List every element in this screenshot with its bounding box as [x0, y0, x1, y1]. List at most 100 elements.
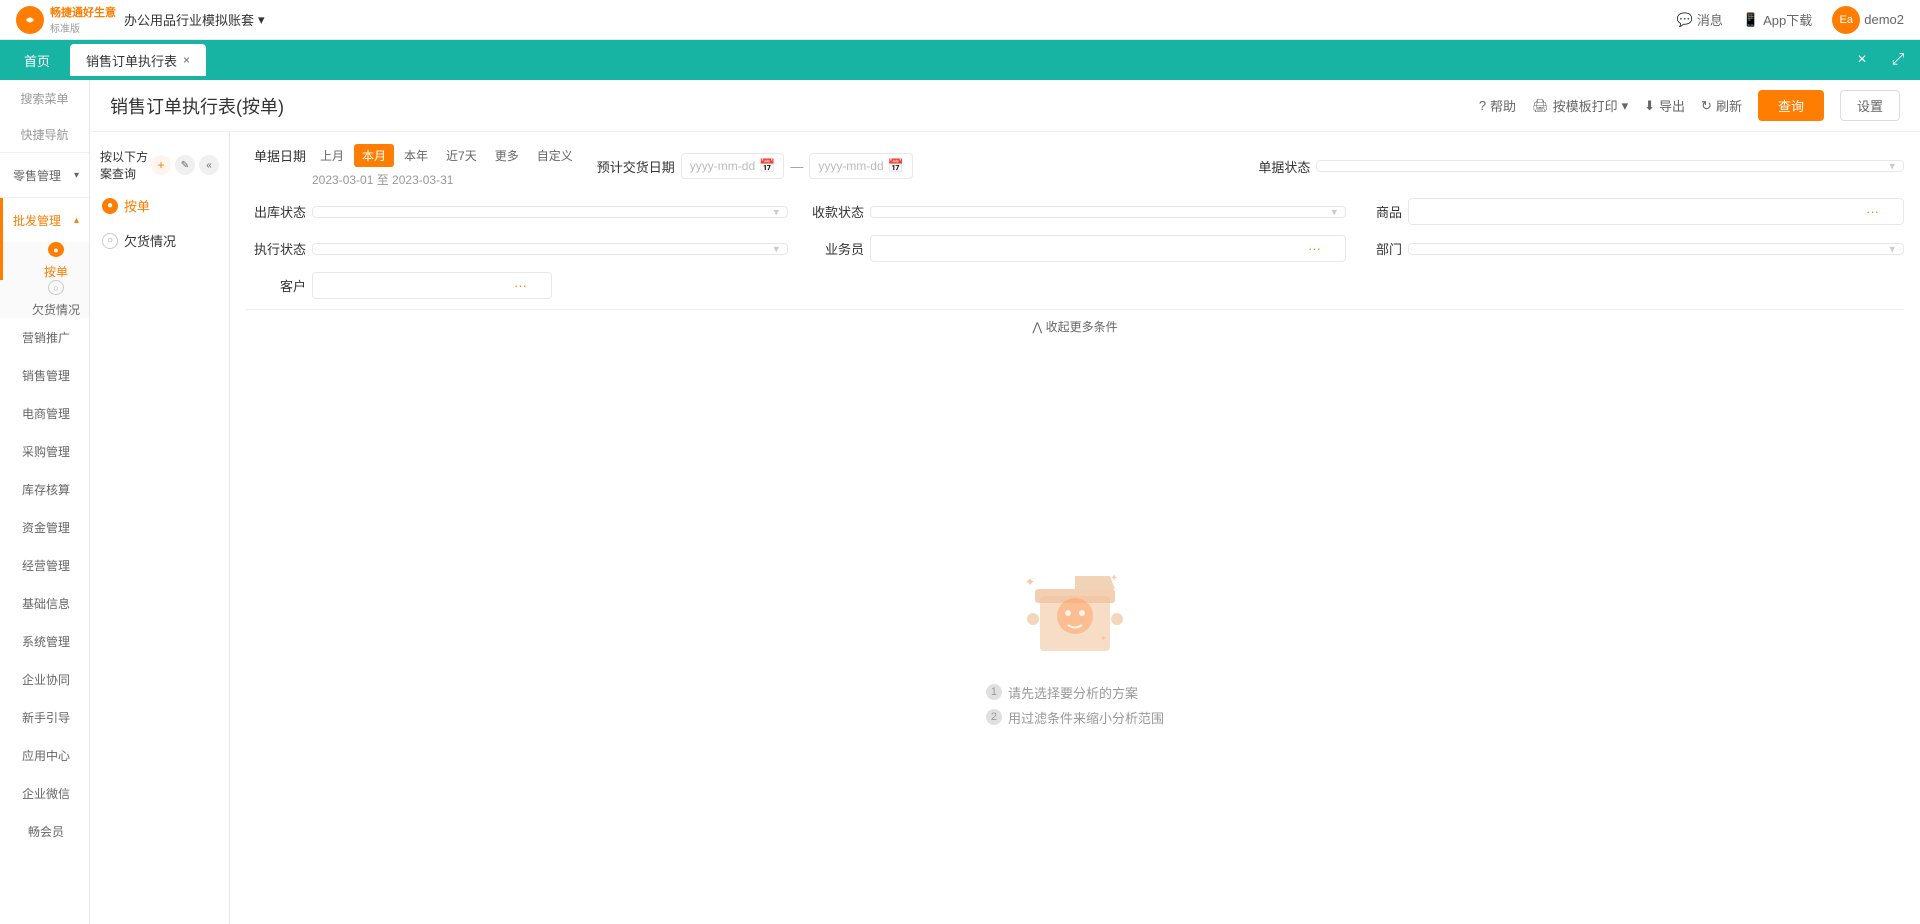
- sidebar-item-wholesale[interactable]: 批发管理 ▴: [0, 198, 89, 242]
- period-this-month[interactable]: 本月: [354, 144, 394, 167]
- period-last-month[interactable]: 上月: [312, 144, 352, 167]
- export-btn[interactable]: ⬇ 导出: [1644, 96, 1685, 115]
- scheme-item-debt[interactable]: ○ 欠货情况: [90, 223, 229, 258]
- expected-date-label: 预计交货日期: [597, 157, 675, 176]
- customer-select[interactable]: ···: [312, 272, 552, 299]
- collapse-bar[interactable]: ⋀ 收起更多条件: [246, 309, 1904, 343]
- wholesale-submenu: ● 按单 ○ 欠货情况: [0, 242, 89, 318]
- scheme-dot-order: ●: [102, 198, 118, 214]
- empty-tip-1: 1 请先选择要分析的方案: [986, 683, 1138, 702]
- svg-text:✦: ✦: [1100, 634, 1107, 643]
- period-group: 上月 本月 本年 近7天 更多 自定义: [312, 144, 581, 167]
- sidebar-item-marketing[interactable]: 营销推广: [0, 318, 89, 356]
- collection-status-group: 收款状态 ▾: [804, 202, 1346, 221]
- customer-label: 客户: [246, 276, 306, 295]
- sidebar-item-basic[interactable]: 基础信息: [0, 584, 89, 622]
- doc-status-chevron: ▾: [1889, 160, 1895, 173]
- sidebar-item-ecommerce[interactable]: 电商管理: [0, 394, 89, 432]
- period-last7[interactable]: 近7天: [438, 144, 485, 167]
- scheme-item-order[interactable]: ● 按单: [90, 188, 229, 223]
- sidebar-item-appstore[interactable]: 应用中心: [0, 736, 89, 774]
- sidebar-sub-order[interactable]: ● 按单: [0, 242, 89, 280]
- tab-home[interactable]: 首页: [8, 44, 66, 76]
- sidebar-quick-nav[interactable]: 快捷导航: [0, 116, 89, 152]
- collection-status-label: 收款状态: [804, 202, 864, 221]
- add-scheme-btn[interactable]: +: [151, 155, 171, 175]
- collapse-scheme-btn[interactable]: «: [199, 155, 219, 175]
- empty-tip-2: 2 用过滤条件来缩小分析范围: [986, 708, 1164, 727]
- search-btn[interactable]: 查询: [1758, 90, 1824, 121]
- sidebar-section-retail: 零售管理 ▾: [0, 152, 89, 197]
- page-title: 销售订单执行表(按单): [110, 93, 284, 119]
- wholesale-expand-icon: ▴: [74, 215, 79, 226]
- edit-scheme-btn[interactable]: ✎: [175, 155, 195, 175]
- exec-status-group: 执行状态 ▾: [246, 239, 788, 258]
- print-btn[interactable]: 🖨 按模板打印 ▾: [1532, 96, 1628, 115]
- period-more[interactable]: 更多: [487, 144, 527, 167]
- main-layout: 搜索菜单 快捷导航 零售管理 ▾ 批发管理 ▴ ● 按单: [0, 80, 1920, 924]
- doc-status-group: 单据状态 ▾: [1258, 157, 1904, 176]
- sidebar-sub-debt[interactable]: ○ 欠货情况: [0, 280, 89, 318]
- sidebar-item-inventory[interactable]: 库存核算: [0, 470, 89, 508]
- doc-status-select[interactable]: ▾: [1316, 160, 1904, 172]
- app-selector[interactable]: 办公用品行业模拟账套 ▾: [124, 10, 265, 29]
- exec-status-select[interactable]: ▾: [312, 243, 788, 255]
- sidebar-section-wholesale: 批发管理 ▴ ● 按单 ○ 欠货情况: [0, 197, 89, 318]
- cal-icon-to: 📅: [888, 158, 904, 174]
- help-btn[interactable]: ? 帮助: [1479, 96, 1516, 115]
- sidebar-item-system[interactable]: 系统管理: [0, 622, 89, 660]
- expected-date-from[interactable]: yyyy-mm-dd 📅: [681, 153, 785, 179]
- order-dot: ●: [48, 242, 64, 257]
- sidebar-search[interactable]: 搜索菜单: [0, 80, 89, 116]
- dept-chevron: ▾: [1889, 242, 1895, 255]
- message-btn[interactable]: 💬 消息: [1677, 10, 1723, 29]
- header-left: 畅捷通好生意 标准版 办公用品行业模拟账套 ▾: [16, 4, 265, 35]
- exec-status-label: 执行状态: [246, 239, 306, 258]
- right-content: 单据日期 上月 本月 本年 近7天 更多 自定义 2023: [230, 132, 1920, 924]
- app-download-btn[interactable]: 📱 App下载: [1743, 10, 1812, 29]
- page-actions: ? 帮助 🖨 按模板打印 ▾ ⬇ 导出 ↻ 刷新 查询 设置: [1479, 90, 1900, 121]
- sidebar-item-operation[interactable]: 经营管理: [0, 546, 89, 584]
- svg-text:✦: ✦: [1110, 573, 1118, 584]
- filter-row-1: 单据日期 上月 本月 本年 近7天 更多 自定义 2023: [246, 144, 1904, 188]
- empty-tips: 1 请先选择要分析的方案 2 用过滤条件来缩小分析范围: [986, 683, 1164, 727]
- exec-chevron: ▾: [773, 242, 779, 255]
- period-this-year[interactable]: 本年: [396, 144, 436, 167]
- sidebar-item-wechat[interactable]: 企业微信: [0, 774, 89, 812]
- goods-select[interactable]: ···: [1408, 198, 1904, 225]
- filter-row-4: 客户 ···: [246, 272, 1904, 299]
- tab-sales-order[interactable]: 销售订单执行表 ×: [70, 44, 206, 76]
- sidebar-item-member[interactable]: 畅会员: [0, 812, 89, 850]
- date-label: 单据日期: [246, 146, 306, 165]
- logo-icon: [16, 6, 44, 34]
- sidebar-item-newbie[interactable]: 新手引导: [0, 698, 89, 736]
- sidebar-item-finance[interactable]: 资金管理: [0, 508, 89, 546]
- sidebar-item-retail[interactable]: 零售管理 ▾: [0, 153, 89, 197]
- logo-area: 畅捷通好生意 标准版: [16, 4, 116, 35]
- empty-state: ✦ ✦ ✦ 1 请先选择要分析的方案 2 用过滤条件来缩小分析范围: [230, 343, 1920, 924]
- user-menu[interactable]: Ea demo2: [1832, 6, 1904, 34]
- expected-date-to[interactable]: yyyy-mm-dd 📅: [809, 153, 913, 179]
- tab-close-btn[interactable]: ×: [183, 53, 190, 67]
- date-range-display: 2023-03-01 至 2023-03-31: [246, 171, 453, 188]
- salesperson-select[interactable]: ···: [870, 235, 1346, 262]
- date-filter-top: 单据日期 上月 本月 本年 近7天 更多 自定义: [246, 144, 581, 167]
- outbound-status-group: 出库状态 ▾: [246, 202, 788, 221]
- sidebar-item-sales[interactable]: 销售管理: [0, 356, 89, 394]
- date-filter-group: 单据日期 上月 本月 本年 近7天 更多 自定义 2023: [246, 144, 581, 188]
- dept-select[interactable]: ▾: [1408, 243, 1904, 255]
- collection-status-select[interactable]: ▾: [870, 206, 1346, 218]
- refresh-btn[interactable]: ↻ 刷新: [1701, 96, 1742, 115]
- window-close-btn[interactable]: ×: [1848, 46, 1876, 74]
- sidebar-item-purchase[interactable]: 采购管理: [0, 432, 89, 470]
- svg-text:✦: ✦: [1025, 575, 1035, 589]
- empty-illustration: ✦ ✦ ✦: [1005, 541, 1145, 671]
- outbound-status-select[interactable]: ▾: [312, 206, 788, 218]
- settings-btn[interactable]: 设置: [1840, 90, 1900, 121]
- window-maximize-btn[interactable]: ⤢: [1884, 46, 1912, 74]
- main-content-area: 按以下方案查询 + ✎ « ● 按单 ○ 欠货情况: [90, 132, 1920, 924]
- tab-bar-actions: × ⤢: [1848, 46, 1912, 74]
- period-custom[interactable]: 自定义: [529, 144, 581, 167]
- sidebar-item-enterprise[interactable]: 企业协同: [0, 660, 89, 698]
- scheme-actions: + ✎ «: [151, 155, 219, 175]
